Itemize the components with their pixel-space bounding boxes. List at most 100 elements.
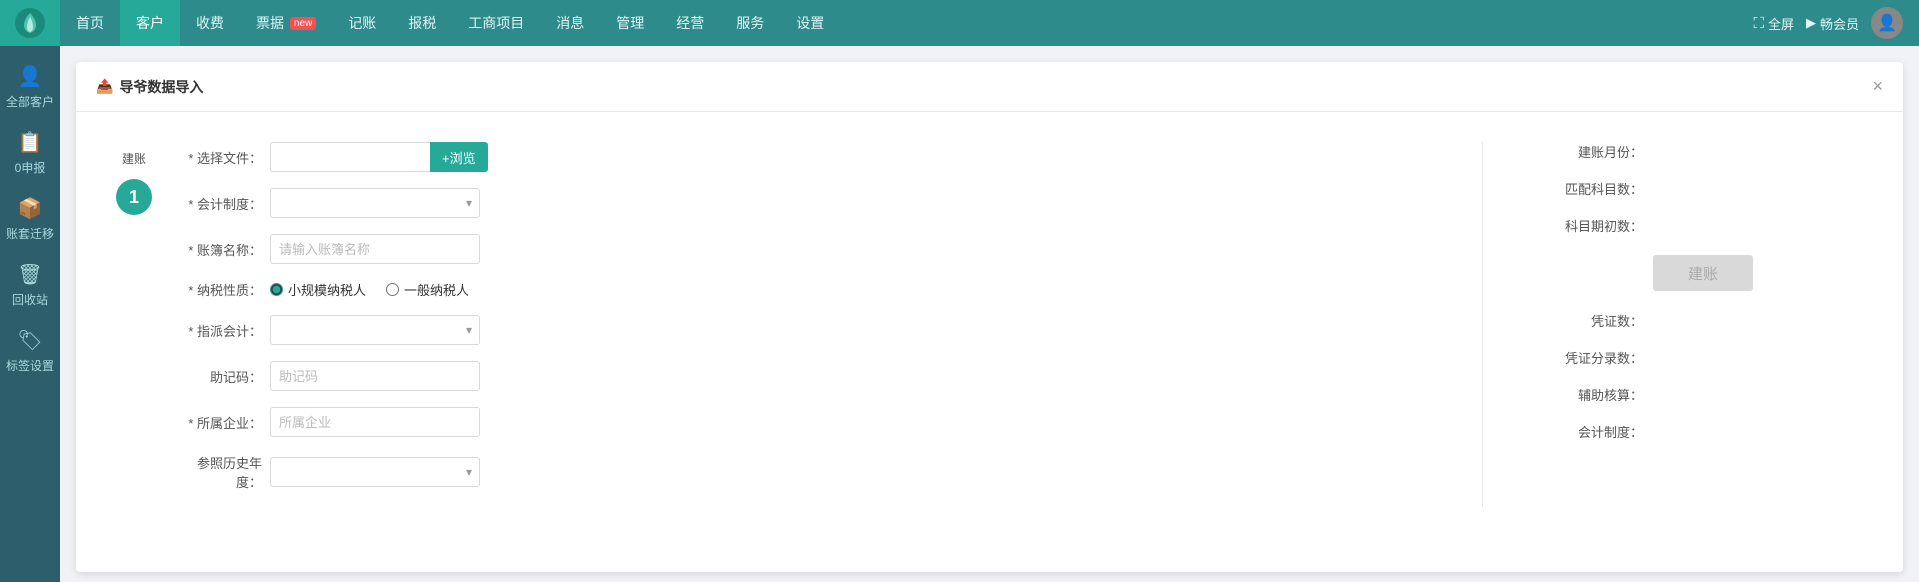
sidebar-item-recycle[interactable]: 🗑 回收站	[0, 252, 60, 318]
history-year-label: 参照历史年度：	[172, 453, 262, 491]
sidebar: 👤 全部客户 📋 0申报 📦 账套迁移 🗑 回收站 🏷 标签设置	[0, 46, 60, 582]
nav-right: ⛶ 全屏 ▶ 畅会员 👤	[1753, 7, 1919, 39]
dialog: 📤 导爷数据导入 × 建账 1 * 选择文件：	[76, 62, 1903, 572]
form-row-file: * 选择文件： +浏览	[172, 142, 1422, 172]
month-label: 建账月份：	[1543, 142, 1643, 161]
nav-items: 首页 客户 收费 票据 new 记账 报税 工商项目 消息 管理 经营 服务 设…	[60, 0, 1753, 46]
form-row-accounting-system: * 会计制度：	[172, 188, 1422, 218]
form-section: * 选择文件： +浏览 * 会计制度：	[172, 142, 1422, 507]
history-year-select-wrapper	[270, 457, 480, 487]
sidebar-item-label: 回收站	[12, 291, 48, 308]
form-row-tax-type: * 纳税性质： 小规模纳税人 一般纳税人	[172, 280, 1422, 299]
sidebar-item-label: 全部客户	[6, 93, 54, 110]
ledger-name-input[interactable]	[270, 234, 480, 264]
form-row-history-year: 参照历史年度：	[172, 453, 1422, 491]
nav-item-tickets[interactable]: 票据 new	[240, 0, 332, 46]
sidebar-item-label: 标签设置	[6, 357, 54, 374]
aux-accounting-label: 辅助核算：	[1543, 385, 1643, 404]
play-icon: ▶	[1806, 15, 1816, 31]
sidebar-item-all-customers[interactable]: 👤 全部客户	[0, 54, 60, 120]
voucher-count-label: 凭证数：	[1543, 311, 1643, 330]
nav-item-manage[interactable]: 管理	[600, 0, 660, 46]
subject-match-label: 匹配科目数：	[1543, 179, 1643, 198]
sidebar-item-label: 账套迁移	[6, 225, 54, 242]
create-account-button[interactable]: 建账	[1653, 255, 1753, 291]
nav-item-home[interactable]: 首页	[60, 0, 120, 46]
accounting-system-select-wrapper	[270, 188, 480, 218]
memo-code-label: 助记码：	[172, 367, 262, 386]
radio-group-tax: 小规模纳税人 一般纳税人	[270, 280, 469, 299]
dialog-body: 建账 1 * 选择文件： +浏览	[76, 112, 1903, 537]
info-row-aux-accounting: 辅助核算：	[1543, 385, 1863, 404]
nav-item-customer[interactable]: 客户	[120, 0, 180, 46]
member-btn[interactable]: ▶ 畅会员	[1806, 14, 1859, 33]
nav-item-operation[interactable]: 经营	[660, 0, 720, 46]
nav-item-service[interactable]: 服务	[720, 0, 780, 46]
recycle-icon: 🗑	[17, 262, 42, 287]
declare-icon: 📋	[18, 130, 43, 155]
content-area: 📤 导爷数据导入 × 建账 1 * 选择文件：	[60, 46, 1919, 582]
top-nav: 首页 客户 收费 票据 new 记账 报税 工商项目 消息 管理 经营 服务 设…	[0, 0, 1919, 46]
main-layout: 👤 全部客户 📋 0申报 📦 账套迁移 🗑 回收站 🏷 标签设置 📤	[0, 46, 1919, 582]
radio-general-taxpayer[interactable]: 一般纳税人	[386, 280, 469, 299]
info-row-month: 建账月份：	[1543, 142, 1863, 161]
ledger-name-label: * 账簿名称：	[172, 240, 262, 259]
company-label: * 所属企业：	[172, 413, 262, 432]
info-row-subject-match: 匹配科目数：	[1543, 179, 1863, 198]
divider	[1482, 142, 1483, 507]
nav-item-business[interactable]: 工商项目	[452, 0, 540, 46]
all-customers-icon: 👤	[18, 64, 43, 89]
dialog-header: 📤 导爷数据导入 ×	[76, 62, 1903, 112]
form-row-accountant: * 指派会计：	[172, 315, 1422, 345]
nav-item-tax[interactable]: 报税	[392, 0, 452, 46]
subject-initial-label: 科目期初数：	[1543, 216, 1643, 235]
form-row-company: * 所属企业：	[172, 407, 1422, 437]
browse-button[interactable]: +浏览	[430, 142, 488, 172]
accounting-system-select[interactable]	[270, 188, 480, 218]
close-button[interactable]: ×	[1872, 76, 1883, 97]
info-row-voucher-count: 凭证数：	[1543, 311, 1863, 330]
nav-item-fees[interactable]: 收费	[180, 0, 240, 46]
accountant-label: * 指派会计：	[172, 321, 262, 340]
fullscreen-label: 全屏	[1768, 14, 1794, 33]
nav-item-settings[interactable]: 设置	[780, 0, 840, 46]
sidebar-item-migrate[interactable]: 📦 账套迁移	[0, 186, 60, 252]
info-accounting-system-label: 会计制度：	[1543, 422, 1643, 441]
company-input[interactable]	[270, 407, 480, 437]
file-label: * 选择文件：	[172, 148, 262, 167]
file-input-wrapper: +浏览	[270, 142, 488, 172]
new-badge: new	[290, 17, 316, 30]
form-row-memo-code: 助记码：	[172, 361, 1422, 391]
avatar[interactable]: 👤	[1871, 7, 1903, 39]
radio-small-taxpayer[interactable]: 小规模纳税人	[270, 280, 366, 299]
sidebar-item-label: 0申报	[15, 159, 46, 176]
nav-item-bookkeeping[interactable]: 记账	[332, 0, 392, 46]
left-panel: 建账 1 * 选择文件： +浏览	[116, 142, 1422, 507]
accounting-system-label: * 会计制度：	[172, 194, 262, 213]
upload-icon: 📤	[96, 78, 113, 95]
voucher-entries-label: 凭证分录数：	[1543, 348, 1643, 367]
info-row-subject-initial: 科目期初数：	[1543, 216, 1863, 235]
tags-icon: 🏷	[17, 328, 42, 353]
info-row-voucher-entries: 凭证分录数：	[1543, 348, 1863, 367]
accountant-select-wrapper	[270, 315, 480, 345]
info-row-accounting-system: 会计制度：	[1543, 422, 1863, 441]
sidebar-item-tags[interactable]: 🏷 标签设置	[0, 318, 60, 384]
file-input[interactable]	[270, 142, 430, 172]
avatar-icon: 👤	[1877, 13, 1897, 33]
accountant-select[interactable]	[270, 315, 480, 345]
right-panel: 建账月份： 匹配科目数： 科目期初数： 建账	[1543, 142, 1863, 507]
step-circle: 1	[116, 179, 152, 215]
tax-type-label: * 纳税性质：	[172, 280, 262, 299]
fullscreen-btn[interactable]: ⛶ 全屏	[1753, 14, 1794, 33]
fullscreen-icon: ⛶	[1753, 15, 1764, 32]
nav-item-message[interactable]: 消息	[540, 0, 600, 46]
dialog-title: 📤 导爷数据导入	[96, 77, 203, 97]
step-section-label: 建账	[122, 150, 146, 167]
history-year-select[interactable]	[270, 457, 480, 487]
logo[interactable]	[0, 0, 60, 46]
memo-code-input[interactable]	[270, 361, 480, 391]
migrate-icon: 📦	[18, 196, 43, 221]
member-label: 畅会员	[1820, 14, 1859, 33]
sidebar-item-declare[interactable]: 📋 0申报	[0, 120, 60, 186]
